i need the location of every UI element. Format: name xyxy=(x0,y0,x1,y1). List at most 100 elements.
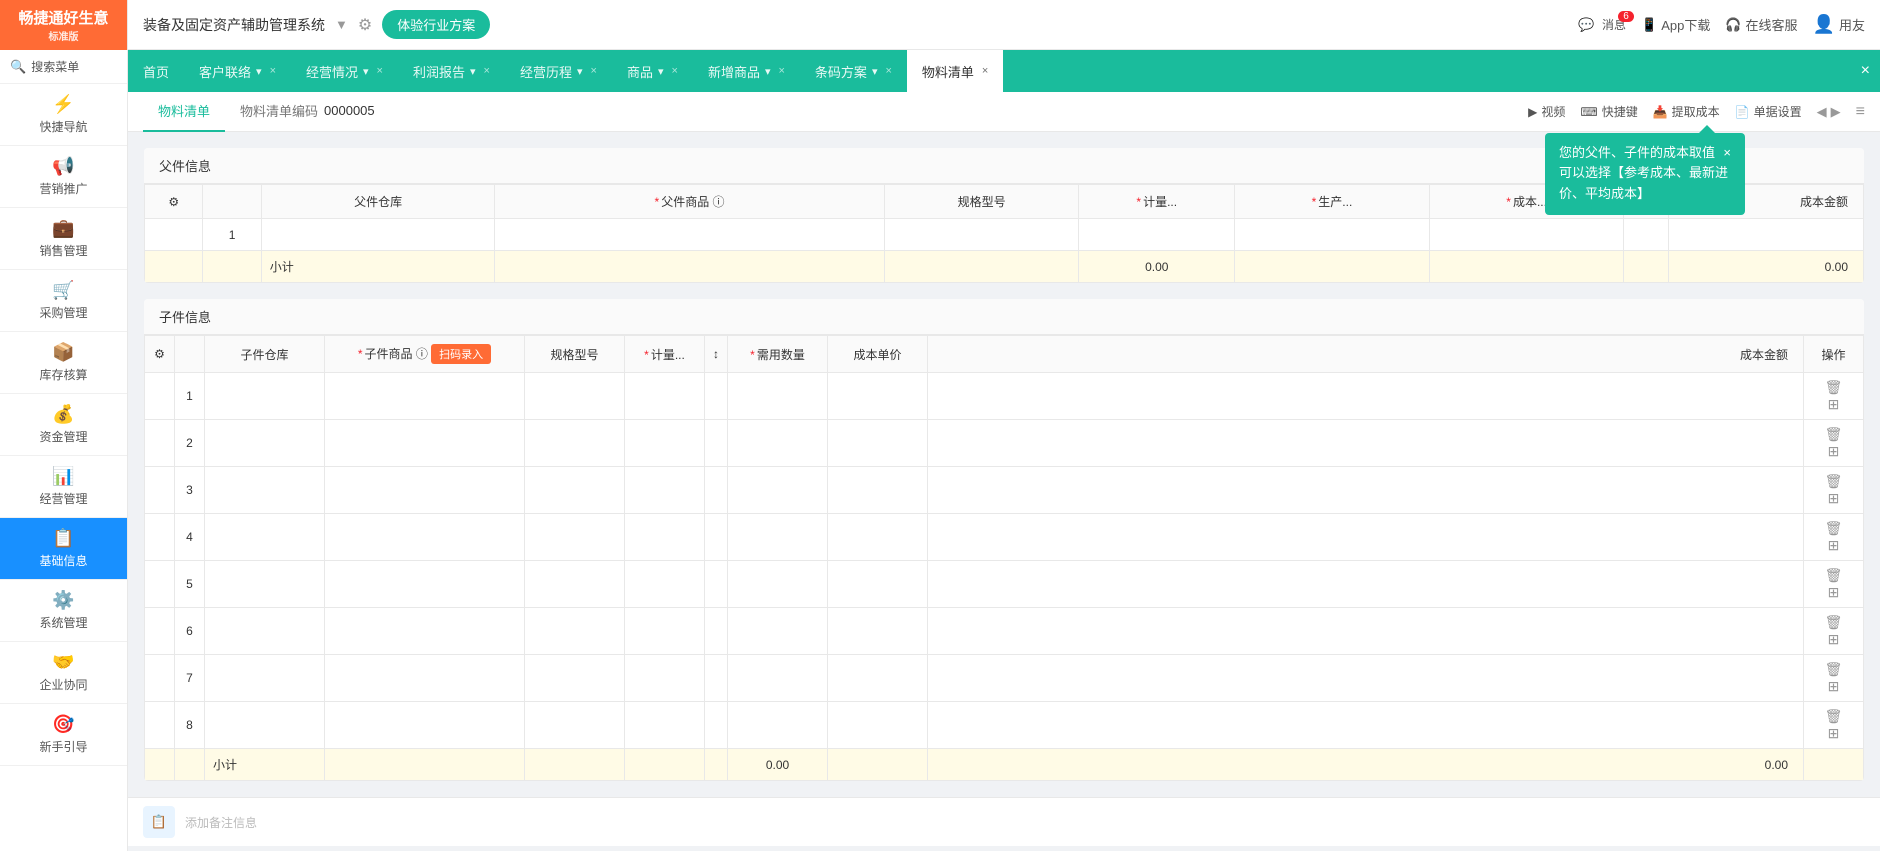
tab-customer-close[interactable]: × xyxy=(270,65,276,77)
parent-col-settings[interactable]: ⚙ xyxy=(145,185,203,219)
tab-home[interactable]: 首页 xyxy=(128,50,184,92)
app-download[interactable]: 📱 App下载 xyxy=(1641,15,1710,34)
message-icon-container[interactable]: 💬 6 消息 xyxy=(1578,16,1626,33)
child-row-7-qty[interactable] xyxy=(728,655,828,702)
sidebar-item-quick-nav[interactable]: ⚡ 快捷导航 xyxy=(0,84,127,146)
sidebar-item-guide[interactable]: 🎯 新手引导 xyxy=(0,704,127,766)
tab-new-product[interactable]: 新增商品 ▾ × xyxy=(693,50,800,92)
child-row-1-delete-btn[interactable]: 🗑 xyxy=(1822,379,1846,395)
prev-btn[interactable]: ◀ xyxy=(1817,104,1827,120)
child-row-8-product[interactable] xyxy=(325,702,525,749)
child-row-6-product[interactable] xyxy=(325,608,525,655)
trial-button[interactable]: 体验行业方案 xyxy=(382,10,490,39)
child-row-6-copy-btn[interactable]: ⊞ xyxy=(1825,631,1843,647)
child-row-2-unit[interactable] xyxy=(625,420,705,467)
child-row-3-warehouse[interactable] xyxy=(205,467,325,514)
sub-tab-bom-list[interactable]: 物料清单 xyxy=(143,92,225,132)
tab-bom[interactable]: 物料清单 × xyxy=(907,50,1003,92)
child-row-1-unit[interactable] xyxy=(625,373,705,420)
child-row-5-copy-btn[interactable]: ⊞ xyxy=(1825,584,1843,600)
sidebar-item-basic-info[interactable]: 📋 基础信息 xyxy=(0,518,127,580)
child-row-4-unit-cost[interactable] xyxy=(828,514,928,561)
child-row-3-delete-btn[interactable]: 🗑 xyxy=(1822,473,1846,489)
tab-new-product-close[interactable]: × xyxy=(778,65,784,77)
child-row-5-unit-cost[interactable] xyxy=(828,561,928,608)
child-row-4-warehouse[interactable] xyxy=(205,514,325,561)
child-row-2-copy-btn[interactable]: ⊞ xyxy=(1825,443,1843,459)
child-row-3-unit[interactable] xyxy=(625,467,705,514)
child-row-5-product[interactable] xyxy=(325,561,525,608)
child-row-4-delete-btn[interactable]: 🗑 xyxy=(1822,520,1846,536)
tab-ops-history[interactable]: 经营历程 ▾ × xyxy=(505,50,612,92)
child-row-2-warehouse[interactable] xyxy=(205,420,325,467)
sidebar-item-purchase[interactable]: 🛒 采购管理 xyxy=(0,270,127,332)
cost-extract-btn[interactable]: 📥 提取成本 xyxy=(1653,103,1720,120)
child-row-5-qty[interactable] xyxy=(728,561,828,608)
scan-input-btn[interactable]: 扫码录入 xyxy=(431,344,491,364)
child-row-7-unit-cost[interactable] xyxy=(828,655,928,702)
child-row-1-unit-cost[interactable] xyxy=(828,373,928,420)
sidebar-item-system[interactable]: ⚙️ 系统管理 xyxy=(0,580,127,642)
child-row-4-copy-btn[interactable]: ⊞ xyxy=(1825,537,1843,553)
grid-view-icon[interactable]: ≡ xyxy=(1856,103,1865,121)
view-video-btn[interactable]: ▶ 视频 xyxy=(1528,103,1565,120)
tab-products[interactable]: 商品 ▾ × xyxy=(612,50,693,92)
parent-row-1-spec[interactable] xyxy=(884,219,1079,251)
child-row-7-delete-btn[interactable]: 🗑 xyxy=(1822,661,1846,677)
settings-icon[interactable]: ⚙ xyxy=(358,15,372,35)
child-row-2-product[interactable] xyxy=(325,420,525,467)
sidebar-item-sales[interactable]: 💼 销售管理 xyxy=(0,208,127,270)
nav-close-all[interactable]: × xyxy=(1851,62,1880,80)
parent-row-1-warehouse[interactable] xyxy=(261,219,495,251)
sidebar-item-marketing[interactable]: 📢 营销推广 xyxy=(0,146,127,208)
child-row-3-product[interactable] xyxy=(325,467,525,514)
tab-barcode[interactable]: 条码方案 ▾ × xyxy=(800,50,907,92)
sidebar-item-operations[interactable]: 📊 经营管理 xyxy=(0,456,127,518)
sidebar-item-inventory[interactable]: 📦 库存核算 xyxy=(0,332,127,394)
tab-profit-report[interactable]: 利润报告 ▾ × xyxy=(398,50,505,92)
child-row-4-product[interactable] xyxy=(325,514,525,561)
tab-profit-close[interactable]: × xyxy=(484,65,490,77)
child-row-4-qty[interactable] xyxy=(728,514,828,561)
sidebar-item-enterprise[interactable]: 🤝 企业协同 xyxy=(0,642,127,704)
dropdown-icon[interactable]: ▼ xyxy=(335,17,348,32)
sidebar-item-search[interactable]: 🔍 搜索菜单 xyxy=(0,50,127,84)
child-col-settings[interactable]: ⚙ xyxy=(145,336,175,373)
child-row-8-qty[interactable] xyxy=(728,702,828,749)
child-row-2-qty[interactable] xyxy=(728,420,828,467)
parent-row-1-prod[interactable] xyxy=(1235,219,1430,251)
tab-history-close[interactable]: × xyxy=(591,65,597,77)
bottom-note-icon[interactable]: 📋 xyxy=(143,806,175,838)
child-row-2-unit-cost[interactable] xyxy=(828,420,928,467)
tab-customer[interactable]: 客户联络 ▾ × xyxy=(184,50,291,92)
child-row-6-warehouse[interactable] xyxy=(205,608,325,655)
tab-operations-status[interactable]: 经营情况 ▾ × xyxy=(291,50,398,92)
child-row-3-qty[interactable] xyxy=(728,467,828,514)
child-row-3-spec[interactable] xyxy=(525,467,625,514)
child-row-1-copy-btn[interactable]: ⊞ xyxy=(1825,396,1843,412)
child-row-6-delete-btn[interactable]: 🗑 xyxy=(1822,614,1846,630)
child-row-5-delete-btn[interactable]: 🗑 xyxy=(1822,567,1846,583)
user-area[interactable]: 👤 用友 xyxy=(1813,14,1865,35)
child-row-1-product[interactable] xyxy=(325,373,525,420)
tab-bom-close[interactable]: × xyxy=(982,65,988,77)
child-row-6-spec[interactable] xyxy=(525,608,625,655)
child-row-8-spec[interactable] xyxy=(525,702,625,749)
parent-row-1-unit[interactable] xyxy=(1079,219,1235,251)
child-row-7-copy-btn[interactable]: ⊞ xyxy=(1825,678,1843,694)
child-row-1-spec[interactable] xyxy=(525,373,625,420)
child-row-4-unit[interactable] xyxy=(625,514,705,561)
child-row-7-spec[interactable] xyxy=(525,655,625,702)
parent-row-1-product[interactable] xyxy=(495,219,884,251)
child-row-7-warehouse[interactable] xyxy=(205,655,325,702)
parent-row-1-cost[interactable] xyxy=(1429,219,1624,251)
child-row-7-unit[interactable] xyxy=(625,655,705,702)
child-row-8-unit[interactable] xyxy=(625,702,705,749)
child-row-1-qty[interactable] xyxy=(728,373,828,420)
child-row-6-unit-cost[interactable] xyxy=(828,608,928,655)
child-row-5-spec[interactable] xyxy=(525,561,625,608)
tooltip-close-btn[interactable]: × xyxy=(1723,143,1731,164)
child-row-8-copy-btn[interactable]: ⊞ xyxy=(1825,725,1843,741)
child-row-3-unit-cost[interactable] xyxy=(828,467,928,514)
shortcut-btn[interactable]: ⌨ 快捷键 xyxy=(1580,103,1637,120)
